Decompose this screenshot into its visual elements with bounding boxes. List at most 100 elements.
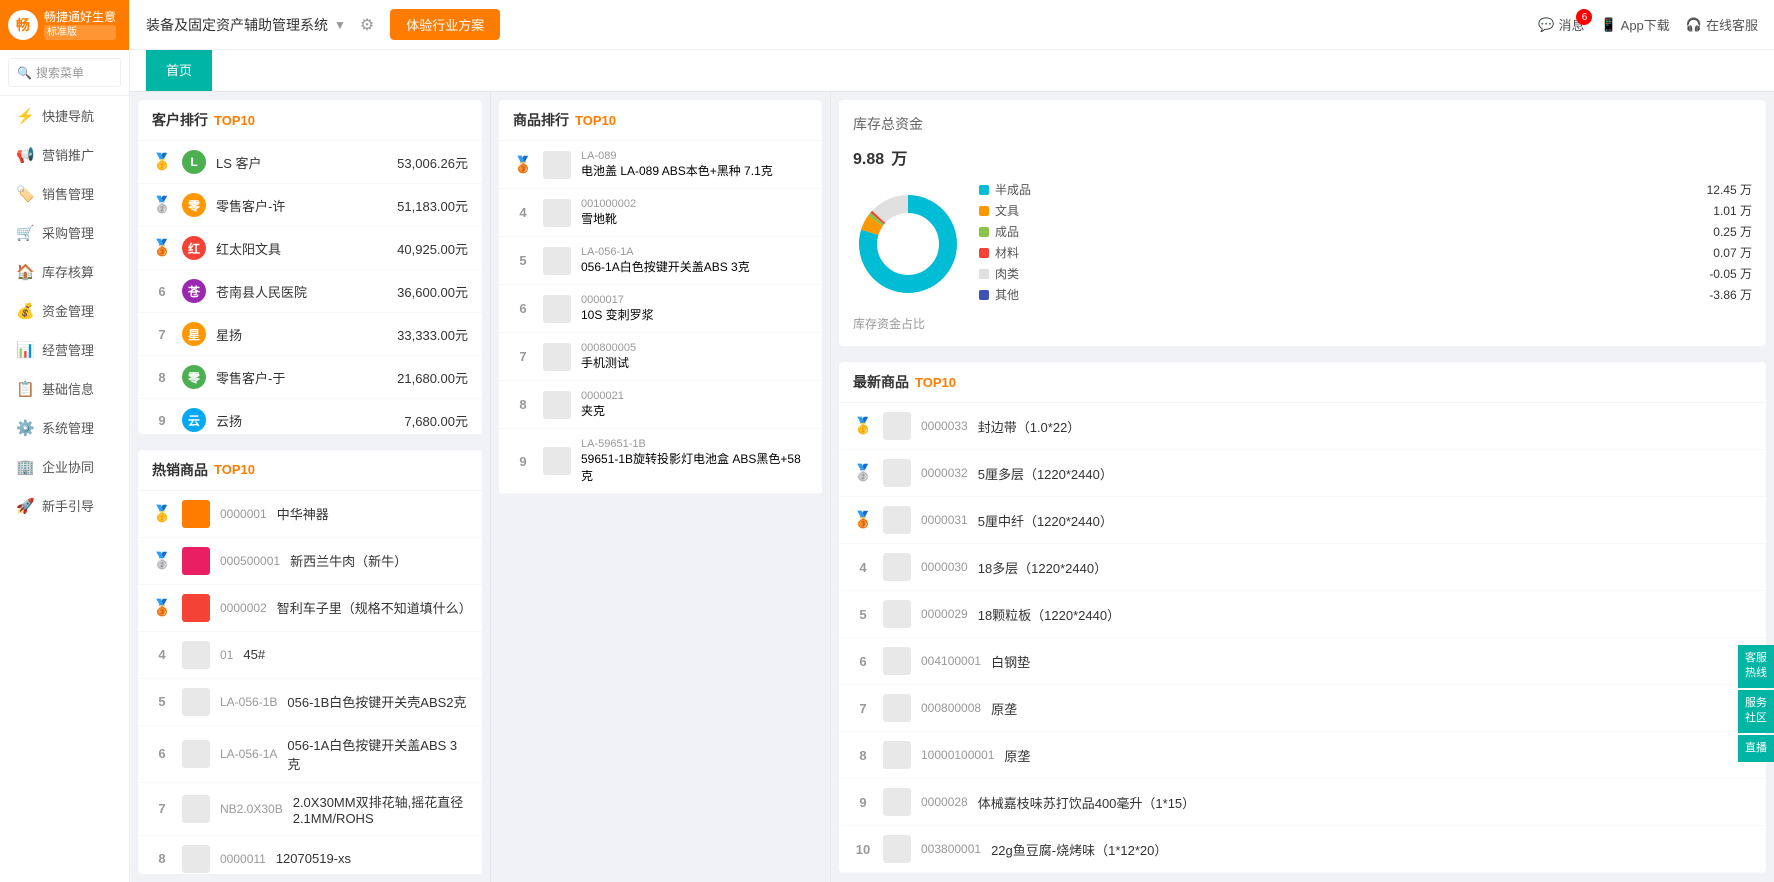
operation-icon: 📊 (16, 341, 34, 359)
avatar: 红 (182, 236, 206, 260)
hot-products-header: 热销商品 TOP10 (138, 450, 482, 491)
customer-rank-header: 客户排行 TOP10 (138, 100, 482, 141)
product-thumb (182, 500, 210, 528)
basic-icon: 📋 (16, 380, 34, 398)
list-item: 9 LA-59651-1B 59651-1B旋转投影灯电池盒 ABS黑色+58克 (499, 429, 822, 494)
product-thumb (182, 740, 210, 768)
list-item: 4 001000002 雪地靴 (499, 189, 822, 237)
product-thumb (543, 343, 571, 371)
product-thumb (543, 247, 571, 275)
system-dropdown-icon[interactable]: ▼ (334, 18, 346, 32)
customer-service-button[interactable]: 客服热线 (1738, 645, 1774, 688)
legend-dot (979, 185, 989, 195)
product-thumb (543, 391, 571, 419)
tab-home[interactable]: 首页 (146, 50, 212, 91)
phone-icon: 📱 (1600, 17, 1616, 33)
product-rank-header: 商品排行 TOP10 (499, 100, 822, 141)
list-item: 7 NB2.0X30B 2.0X30MM双排花轴,摇花直径2.1MM/ROHS (138, 783, 482, 836)
legend-dot (979, 269, 989, 279)
list-item: 10 003800001 22g鱼豆腐-烧烤味（1*12*20） (839, 826, 1766, 873)
table-row: 🥉 红 红太阳文具 40,925.00元 (138, 227, 482, 270)
headset-icon: 🎧 (1686, 17, 1702, 33)
product-thumb (182, 594, 210, 622)
list-item: 🥈 000500001 新西兰牛肉（新牛） (138, 538, 482, 585)
list-item: 7 000800008 原垄 (839, 685, 1766, 732)
table-row: 7 星 星扬 33,333.00元 (138, 313, 482, 356)
product-thumb (883, 412, 911, 440)
sidebar-item-operation[interactable]: 📊 经营管理 (0, 330, 129, 369)
sidebar-item-guide[interactable]: 🚀 新手引导 (0, 486, 129, 525)
table-row: 8 零 零售客户-于 21,680.00元 (138, 356, 482, 399)
settings-icon[interactable]: ⚙ (360, 15, 374, 35)
list-item: 6 LA-056-1A 056-1A白色按键开关盖ABS 3克 (138, 726, 482, 783)
avatar: 零 (182, 193, 206, 217)
table-row: 6 苍 苍南县人民医院 36,600.00元 (138, 270, 482, 313)
trial-button[interactable]: 体验行业方案 (390, 9, 500, 40)
list-item: 4 01 45# (138, 632, 482, 679)
product-thumb (883, 553, 911, 581)
new-products-title: 最新商品 TOP10 (853, 372, 956, 392)
sales-icon: 🏷️ (16, 185, 34, 203)
service-community-button[interactable]: 服务社区 (1738, 690, 1774, 733)
top-header: 装备及固定资产辅助管理系统 ▼ ⚙ 体验行业方案 💬 消息 6 📱 App下载 … (130, 0, 1774, 50)
sidebar-item-company[interactable]: 🏢 企业协同 (0, 447, 129, 486)
list-item: 8 10000100001 原垄 (839, 732, 1766, 779)
legend-item: 半成品 12.45 万 (979, 181, 1752, 198)
app-download-button[interactable]: 📱 App下载 (1600, 15, 1669, 34)
avatar: 星 (182, 322, 206, 346)
logo-icon: 畅 (8, 10, 38, 40)
content-area: 客户排行 TOP10 🥇 L LS 客户 53,006.26元 🥈 零 零售 (130, 92, 1774, 882)
donut-chart (853, 189, 963, 299)
live-broadcast-button[interactable]: 直播 (1738, 735, 1774, 762)
list-item: 4 0000030 18多层（1220*2440） (839, 544, 1766, 591)
list-item: 7 000800005 手机测试 (499, 333, 822, 381)
sidebar-item-finance[interactable]: 💰 资金管理 (0, 291, 129, 330)
rank-medal: 🥇 (152, 504, 172, 524)
quick-icon: ⚡ (16, 107, 34, 125)
product-thumb (543, 199, 571, 227)
inventory-icon: 🏠 (16, 263, 34, 281)
system-icon: ⚙️ (16, 419, 34, 437)
product-rank-title: 商品排行 TOP10 (513, 110, 616, 130)
legend-item: 肉类 -0.05 万 (979, 265, 1752, 282)
list-item: 🥇 0000001 中华神器 (138, 491, 482, 538)
product-thumb (543, 447, 571, 475)
product-thumb (883, 506, 911, 534)
legend-dot (979, 290, 989, 300)
marketing-icon: 📢 (16, 146, 34, 164)
product-thumb (883, 647, 911, 675)
sidebar-search-area: 🔍 搜索菜单 (0, 50, 129, 96)
product-rank-card: 商品排行 TOP10 🥉 LA-089 电池盖 LA-089 ABS本色+黑种 … (499, 100, 822, 494)
float-support: 客服热线 服务社区 直播 (1738, 645, 1774, 762)
inventory-amount: 9.88 万 (853, 140, 1752, 171)
sidebar-item-marketing[interactable]: 📢 营销推广 (0, 135, 129, 174)
main-area: 装备及固定资产辅助管理系统 ▼ ⚙ 体验行业方案 💬 消息 6 📱 App下载 … (130, 0, 1774, 882)
online-service-button[interactable]: 🎧 在线客服 (1686, 15, 1758, 34)
legend-dot (979, 227, 989, 237)
product-rank-list: 🥉 LA-089 电池盖 LA-089 ABS本色+黑种 7.1克 4 0010… (499, 141, 822, 494)
avatar: 云 (182, 408, 206, 432)
sidebar-item-inventory[interactable]: 🏠 库存核算 (0, 252, 129, 291)
list-item: 🥉 0000031 5厘中纤（1220*2440） (839, 497, 1766, 544)
new-products-card: 最新商品 TOP10 🥇 0000033 封边带（1.0*22） 🥈 0 (839, 362, 1766, 873)
product-thumb (182, 547, 210, 575)
product-thumb (543, 151, 571, 179)
product-thumb (883, 694, 911, 722)
rank-medal: 🥉 (853, 510, 873, 530)
product-thumb (883, 835, 911, 863)
sidebar-item-basic[interactable]: 📋 基础信息 (0, 369, 129, 408)
sidebar-item-purchase[interactable]: 🛒 采购管理 (0, 213, 129, 252)
sidebar-item-system[interactable]: ⚙️ 系统管理 (0, 408, 129, 447)
product-thumb (883, 788, 911, 816)
rank-medal: 🥉 (513, 155, 533, 175)
customer-rank-title: 客户排行 TOP10 (152, 110, 255, 130)
search-menu-button[interactable]: 🔍 搜索菜单 (8, 58, 121, 87)
sidebar-item-quick[interactable]: ⚡ 快捷导航 (0, 96, 129, 135)
header-right: 💬 消息 6 📱 App下载 🎧 在线客服 (1538, 15, 1758, 34)
message-button[interactable]: 💬 消息 6 (1538, 15, 1584, 34)
list-item: 8 0000021 夹克 (499, 381, 822, 429)
list-item: 5 LA-056-1B 056-1B白色按键开关壳ABS2克 (138, 679, 482, 726)
sidebar-item-sales[interactable]: 🏷️ 销售管理 (0, 174, 129, 213)
list-item: 6 0000017 10S 变刺罗浆 (499, 285, 822, 333)
product-thumb (182, 688, 210, 716)
